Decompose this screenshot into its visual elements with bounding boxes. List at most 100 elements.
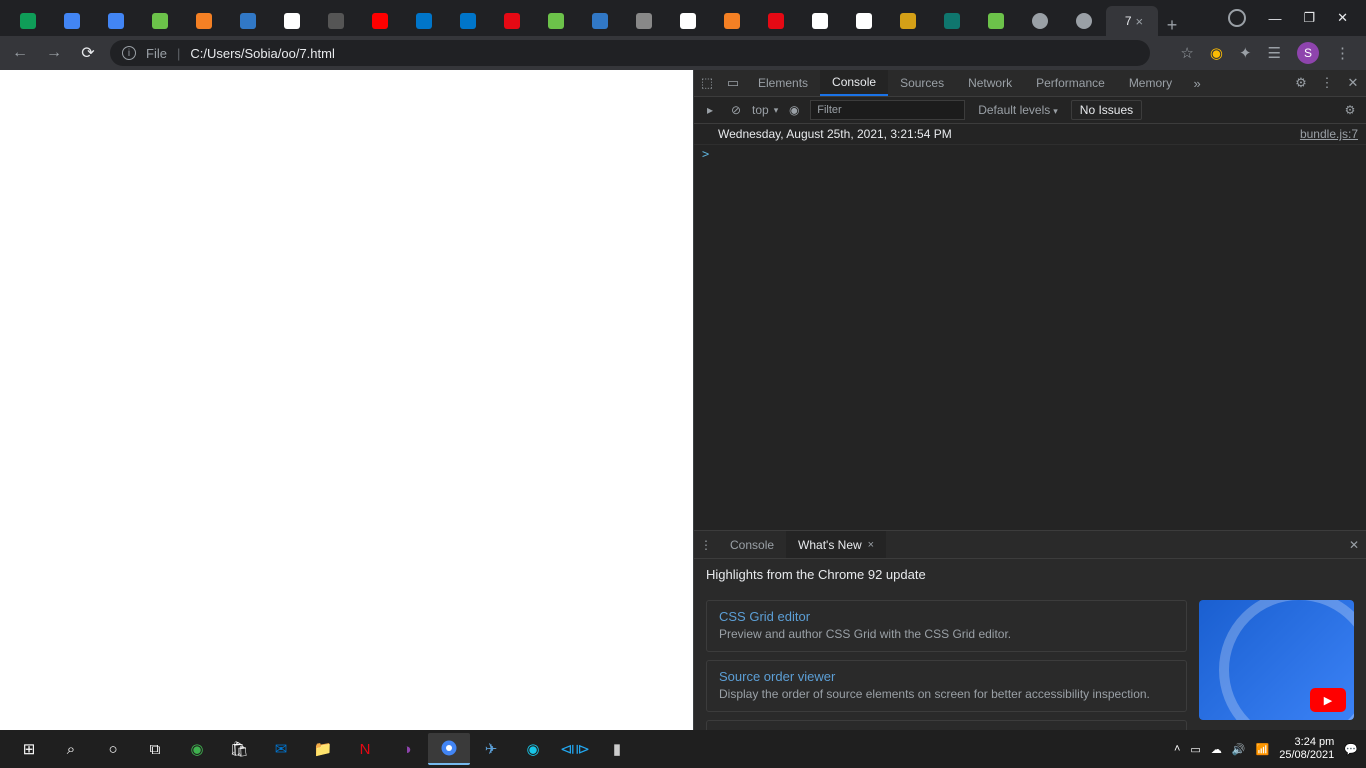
cortana-icon[interactable]: ○ bbox=[92, 733, 134, 765]
whatsnew-heading: Highlights from the Chrome 92 update bbox=[706, 567, 1354, 582]
tab[interactable] bbox=[6, 6, 50, 36]
tab[interactable] bbox=[930, 6, 974, 36]
console-filter-input[interactable]: Filter bbox=[810, 100, 965, 120]
taskbar-clock[interactable]: 3:24 pm 25/08/2021 bbox=[1279, 736, 1334, 762]
omnibox[interactable]: i File | C:/Users/Sobia/oo/7.html bbox=[110, 40, 1150, 66]
task-view-icon[interactable]: ⧉ bbox=[134, 733, 176, 765]
tab[interactable] bbox=[710, 6, 754, 36]
tab[interactable] bbox=[578, 6, 622, 36]
drawer-tab-console[interactable]: Console bbox=[718, 531, 786, 558]
tab-memory[interactable]: Memory bbox=[1117, 70, 1184, 96]
search-icon[interactable]: ⌕ bbox=[50, 733, 92, 765]
minimize-icon[interactable]: — bbox=[1268, 11, 1281, 26]
back-button[interactable]: ← bbox=[8, 44, 32, 62]
notifications-icon[interactable]: 💬 bbox=[1344, 743, 1358, 756]
taskbar-app[interactable]: ▮ bbox=[596, 733, 638, 765]
tab[interactable] bbox=[798, 6, 842, 36]
account-icon[interactable] bbox=[1228, 9, 1246, 27]
live-expression-icon[interactable]: ◉ bbox=[784, 103, 804, 117]
devtools-settings-icon[interactable]: ⚙ bbox=[1288, 75, 1314, 91]
issues-badge[interactable]: No Issues bbox=[1071, 100, 1142, 120]
new-tab-button[interactable]: + bbox=[1158, 15, 1186, 36]
taskbar-app[interactable]: ◉ bbox=[512, 733, 554, 765]
tab[interactable] bbox=[754, 6, 798, 36]
clear-console-icon[interactable]: ⊘ bbox=[726, 103, 746, 117]
tab-elements[interactable]: Elements bbox=[746, 70, 820, 96]
console-prompt[interactable]: > bbox=[694, 145, 1366, 163]
taskbar-app[interactable]: ⧏⧐ bbox=[554, 733, 596, 765]
active-tab[interactable]: 7 × bbox=[1106, 6, 1158, 36]
extensions-puzzle-icon[interactable]: ✦ bbox=[1239, 44, 1252, 62]
taskbar-chrome[interactable] bbox=[428, 733, 470, 765]
tab[interactable] bbox=[1062, 6, 1106, 36]
tab-performance[interactable]: Performance bbox=[1024, 70, 1117, 96]
whatsnew-video-thumbnail[interactable]: ▶ bbox=[1199, 600, 1354, 720]
tab-console[interactable]: Console bbox=[820, 70, 888, 96]
tab[interactable] bbox=[974, 6, 1018, 36]
inspect-element-icon[interactable]: ⬚ bbox=[694, 75, 720, 91]
tab[interactable] bbox=[226, 6, 270, 36]
tab[interactable] bbox=[402, 6, 446, 36]
profile-avatar[interactable]: S bbox=[1297, 42, 1319, 64]
tab[interactable] bbox=[314, 6, 358, 36]
tab[interactable] bbox=[666, 6, 710, 36]
forward-button[interactable]: → bbox=[42, 44, 66, 62]
wifi-icon[interactable]: 📶 bbox=[1256, 743, 1270, 756]
site-info-icon[interactable]: i bbox=[122, 46, 136, 60]
tab-network[interactable]: Network bbox=[956, 70, 1024, 96]
log-levels-selector[interactable]: Default levels bbox=[971, 100, 1065, 120]
tab[interactable] bbox=[182, 6, 226, 36]
tab[interactable] bbox=[138, 6, 182, 36]
tab-sources[interactable]: Sources bbox=[888, 70, 956, 96]
extension-icon[interactable]: ◉ bbox=[1210, 44, 1223, 62]
tab[interactable] bbox=[50, 6, 94, 36]
device-toggle-icon[interactable]: ▭ bbox=[720, 75, 746, 91]
tab[interactable] bbox=[622, 6, 666, 36]
start-button[interactable]: ⊞ bbox=[8, 733, 50, 765]
bookmark-star-icon[interactable]: ☆ bbox=[1180, 44, 1193, 62]
more-tabs-icon[interactable]: » bbox=[1184, 76, 1210, 91]
taskbar-app[interactable]: ◑ bbox=[386, 733, 428, 765]
taskbar-app[interactable]: ✉ bbox=[260, 733, 302, 765]
drawer-tab-whatsnew[interactable]: What's New × bbox=[786, 531, 886, 558]
close-window-icon[interactable]: ✕ bbox=[1337, 10, 1348, 26]
console-toolbar: ▸ ⊘ top ◉ Filter Default levels No Issue… bbox=[694, 97, 1366, 124]
tray-chevron-icon[interactable]: ˄ bbox=[1174, 743, 1180, 755]
taskbar-app[interactable]: 🛍 bbox=[218, 733, 260, 765]
tab[interactable] bbox=[842, 6, 886, 36]
card-title-link[interactable]: Source order viewer bbox=[719, 669, 1174, 684]
youtube-play-icon[interactable]: ▶ bbox=[1310, 688, 1346, 712]
tab[interactable] bbox=[358, 6, 402, 36]
taskbar-app[interactable]: N bbox=[344, 733, 386, 765]
console-output[interactable]: Wednesday, August 25th, 2021, 3:21:54 PM… bbox=[694, 124, 1366, 530]
address-bar: ← → ⟳ i File | C:/Users/Sobia/oo/7.html … bbox=[0, 36, 1366, 70]
tab[interactable] bbox=[490, 6, 534, 36]
volume-icon[interactable]: 🔊 bbox=[1232, 743, 1246, 756]
console-sidebar-toggle-icon[interactable]: ▸ bbox=[700, 103, 720, 117]
close-tab-icon[interactable]: × bbox=[1136, 14, 1144, 29]
tab[interactable] bbox=[94, 6, 138, 36]
console-settings-icon[interactable]: ⚙ bbox=[1340, 103, 1360, 117]
tab[interactable] bbox=[1018, 6, 1062, 36]
tab[interactable] bbox=[270, 6, 314, 36]
log-source-link[interactable]: bundle.js:7 bbox=[1300, 127, 1358, 141]
close-drawer-tab-icon[interactable]: × bbox=[868, 539, 874, 551]
battery-icon[interactable]: ▭ bbox=[1190, 743, 1200, 756]
drawer-close-icon[interactable]: ✕ bbox=[1342, 538, 1366, 552]
tab[interactable] bbox=[446, 6, 490, 36]
execution-context-selector[interactable]: top bbox=[752, 103, 778, 117]
taskbar-app[interactable]: ✈ bbox=[470, 733, 512, 765]
chrome-menu-icon[interactable]: ⋮ bbox=[1335, 44, 1350, 62]
taskbar-app[interactable]: ◉ bbox=[176, 733, 218, 765]
reading-list-icon[interactable]: ☰ bbox=[1268, 44, 1281, 62]
card-title-link[interactable]: CSS Grid editor bbox=[719, 609, 1174, 624]
tab[interactable] bbox=[886, 6, 930, 36]
devtools-menu-icon[interactable]: ⋮ bbox=[1314, 75, 1340, 91]
tab[interactable] bbox=[534, 6, 578, 36]
reload-button[interactable]: ⟳ bbox=[76, 43, 100, 63]
drawer-menu-icon[interactable]: ⋮ bbox=[694, 538, 718, 552]
maximize-icon[interactable]: ❐ bbox=[1303, 10, 1315, 26]
devtools-close-icon[interactable]: ✕ bbox=[1340, 75, 1366, 91]
taskbar-app[interactable]: 📁 bbox=[302, 733, 344, 765]
onedrive-icon[interactable]: ☁ bbox=[1211, 743, 1222, 756]
